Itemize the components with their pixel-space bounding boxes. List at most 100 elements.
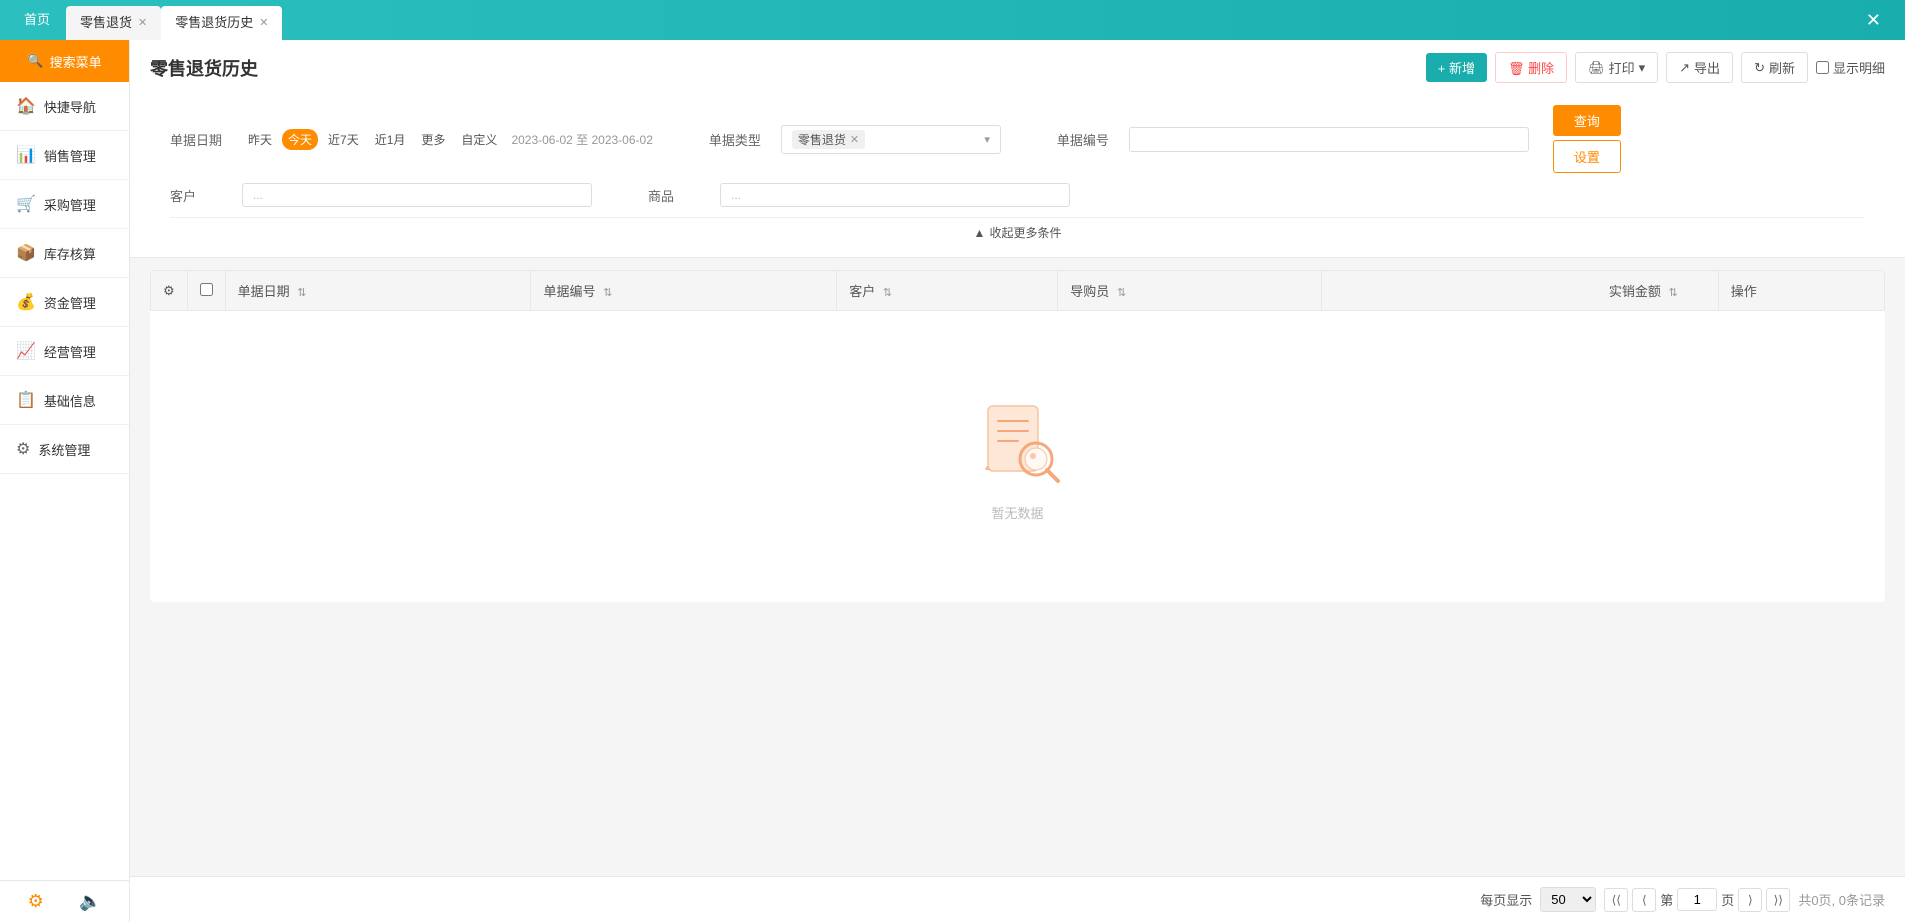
collapse-bar[interactable]: ▲ 收起更多条件 — [170, 217, 1865, 247]
settings-bottom-icon[interactable]: ⚙ — [28, 891, 44, 912]
tab-retail-return-history[interactable]: 零售退货历史 ✕ — [161, 6, 282, 40]
show-detail-checkbox[interactable] — [1816, 61, 1829, 74]
sidebar-item-finance[interactable]: 💰 资金管理 — [0, 278, 129, 327]
th-customer[interactable]: 客户 ⇅ — [837, 271, 1058, 311]
main-layout: 🔍 搜索菜单 🏠 快捷导航 📊 销售管理 🛒 采购管理 📦 库存核算 💰 资金管… — [0, 40, 1905, 922]
number-filter-label: 单据编号 — [1057, 130, 1113, 149]
sidebar-item-purchase-mgmt[interactable]: 🛒 采购管理 — [0, 180, 129, 229]
data-table: ⚙ 单据日期 ⇅ 单据编号 ⇅ — [150, 270, 1885, 602]
date-opt-today[interactable]: 今天 — [282, 129, 318, 150]
filter-row-1: 单据日期 昨天 今天 近7天 近1月 更多 自定义 2023-06-02 至 2… — [170, 105, 1865, 173]
page-title: 零售退货历史 — [150, 55, 258, 81]
date-opt-custom[interactable]: 自定义 — [455, 129, 503, 150]
date-opt-1month[interactable]: 近1月 — [369, 129, 412, 150]
page-number-input[interactable] — [1677, 888, 1717, 911]
collapse-label: 收起更多条件 — [989, 224, 1061, 241]
empty-state: 暂无数据 — [151, 311, 1885, 602]
content-area: 零售退货历史 + 新增 🗑 删除 🖨 打印 ▾ ↗ 导出 ↻ — [130, 40, 1905, 922]
volume-icon[interactable]: 🔈 — [79, 891, 101, 912]
tab-retail-return-history-close[interactable]: ✕ — [259, 18, 268, 29]
sidebar-item-inventory-label: 库存核算 — [44, 244, 96, 263]
sidebar-item-system-mgmt[interactable]: ⚙ 系统管理 — [0, 425, 129, 474]
type-filter-tag: 零售退货 ✕ — [792, 130, 865, 149]
page-header: 零售退货历史 + 新增 🗑 删除 🖨 打印 ▾ ↗ 导出 ↻ — [130, 40, 1905, 258]
th-date-sort-icon: ⇅ — [297, 287, 306, 299]
sidebar-item-inventory[interactable]: 📦 库存核算 — [0, 229, 129, 278]
sidebar-search[interactable]: 🔍 搜索菜单 — [0, 40, 129, 82]
print-icon: 🖨 — [1588, 60, 1605, 76]
sidebar-bottom: ⚙ 🔈 — [0, 880, 129, 922]
sidebar-item-purchase-mgmt-label: 采购管理 — [44, 195, 96, 214]
sidebar: 🔍 搜索菜单 🏠 快捷导航 📊 销售管理 🛒 采购管理 📦 库存核算 💰 资金管… — [0, 40, 130, 922]
customer-filter-select[interactable]: ... — [242, 183, 592, 207]
top-bar: 首页 零售退货 ✕ 零售退货历史 ✕ ✕ — [0, 0, 1905, 40]
th-date[interactable]: 单据日期 ⇅ — [225, 271, 531, 311]
export-button[interactable]: ↗ 导出 — [1666, 52, 1733, 83]
th-action-label: 操作 — [1731, 284, 1757, 299]
page-next-button[interactable]: ⟩ — [1738, 888, 1762, 912]
per-page-select[interactable]: 50 10 20 100 — [1540, 887, 1596, 912]
sidebar-item-operations[interactable]: 📈 经营管理 — [0, 327, 129, 376]
gear-icon[interactable]: ⚙ — [163, 283, 175, 298]
date-opt-7days[interactable]: 近7天 — [322, 129, 365, 150]
print-label: 打印 — [1609, 58, 1635, 77]
tab-retail-return-history-label: 零售退货历史 — [175, 6, 253, 40]
page-prev-button[interactable]: ⟨ — [1632, 888, 1656, 912]
th-check[interactable] — [187, 271, 225, 311]
th-number-sort-icon: ⇅ — [603, 287, 612, 299]
th-number[interactable]: 单据编号 ⇅ — [531, 271, 837, 311]
show-detail-checkbox-label: 显示明细 — [1816, 58, 1885, 77]
th-amount[interactable]: 实销金额 ⇅ — [1321, 271, 1718, 311]
filter-area: 单据日期 昨天 今天 近7天 近1月 更多 自定义 2023-06-02 至 2… — [150, 95, 1885, 257]
top-bar-right: ✕ — [1858, 10, 1897, 31]
home-icon: 🏠 — [16, 96, 36, 116]
number-filter-input[interactable] — [1129, 127, 1529, 152]
tab-retail-return-label: 零售退货 — [80, 6, 132, 40]
export-label: 导出 — [1694, 58, 1720, 77]
page-nav: ⟨⟨ ⟨ 第 页 ⟩ ⟩⟩ — [1604, 888, 1790, 912]
pagination-bar: 每页显示 50 10 20 100 ⟨⟨ ⟨ 第 页 ⟩ ⟩⟩ 共0页, 0条记… — [130, 876, 1905, 922]
page-first-button[interactable]: ⟨⟨ — [1604, 888, 1628, 912]
type-filter-select[interactable]: 零售退货 ✕ ▾ — [781, 125, 1001, 154]
print-button[interactable]: 🖨 打印 ▾ — [1575, 52, 1658, 83]
date-range-display: 2023-06-02 至 2023-06-02 — [511, 131, 652, 148]
refresh-button[interactable]: ↻ 刷新 — [1741, 52, 1808, 83]
window-close-button[interactable]: ✕ — [1858, 10, 1889, 31]
th-gear[interactable]: ⚙ — [151, 271, 188, 311]
refresh-icon: ↻ — [1754, 60, 1765, 76]
table-header-row: ⚙ 单据日期 ⇅ 单据编号 ⇅ — [151, 271, 1885, 311]
chart-icon: 📊 — [16, 145, 36, 165]
filter-row-2: 客户 ... 商品 ... — [170, 183, 1865, 207]
sidebar-item-finance-label: 资金管理 — [44, 293, 96, 312]
type-filter-tag-close[interactable]: ✕ — [850, 133, 859, 146]
settings-button[interactable]: 设置 — [1553, 140, 1621, 173]
tab-retail-return-close[interactable]: ✕ — [138, 18, 147, 29]
type-filter-tag-value: 零售退货 — [798, 131, 846, 148]
date-opt-yesterday[interactable]: 昨天 — [242, 129, 278, 150]
sidebar-item-sales-mgmt[interactable]: 📊 销售管理 — [0, 131, 129, 180]
print-arrow-icon: ▾ — [1639, 60, 1646, 76]
page-label: 第 — [1660, 890, 1673, 909]
refresh-label: 刷新 — [1769, 58, 1795, 77]
th-date-label: 单据日期 — [238, 284, 290, 299]
tab-home[interactable]: 首页 — [8, 0, 66, 40]
select-all-checkbox[interactable] — [200, 283, 213, 296]
goods-filter-select[interactable]: ... — [720, 183, 1070, 207]
page-total-info: 共0页, 0条记录 — [1798, 890, 1885, 909]
new-button[interactable]: + 新增 — [1426, 53, 1487, 82]
search-icon: 🔍 — [27, 53, 43, 69]
th-action: 操作 — [1718, 271, 1884, 311]
tab-retail-return[interactable]: 零售退货 ✕ — [66, 6, 161, 40]
th-customer-sort-icon: ⇅ — [883, 287, 892, 299]
goods-filter-label: 商品 — [648, 186, 704, 205]
table-head: ⚙ 单据日期 ⇅ 单据编号 ⇅ — [151, 271, 1885, 311]
sidebar-item-sales-mgmt-label: 销售管理 — [44, 146, 96, 165]
th-guide[interactable]: 导购员 ⇅ — [1058, 271, 1321, 311]
delete-button[interactable]: 🗑 删除 — [1495, 52, 1567, 83]
date-opt-more[interactable]: 更多 — [415, 129, 451, 150]
query-button[interactable]: 查询 — [1553, 105, 1621, 136]
sidebar-item-quick-nav[interactable]: 🏠 快捷导航 — [0, 82, 129, 131]
page-last-button[interactable]: ⟩⟩ — [1766, 888, 1790, 912]
sidebar-item-basic-info[interactable]: 📋 基础信息 — [0, 376, 129, 425]
sidebar-item-quick-nav-label: 快捷导航 — [44, 97, 96, 116]
